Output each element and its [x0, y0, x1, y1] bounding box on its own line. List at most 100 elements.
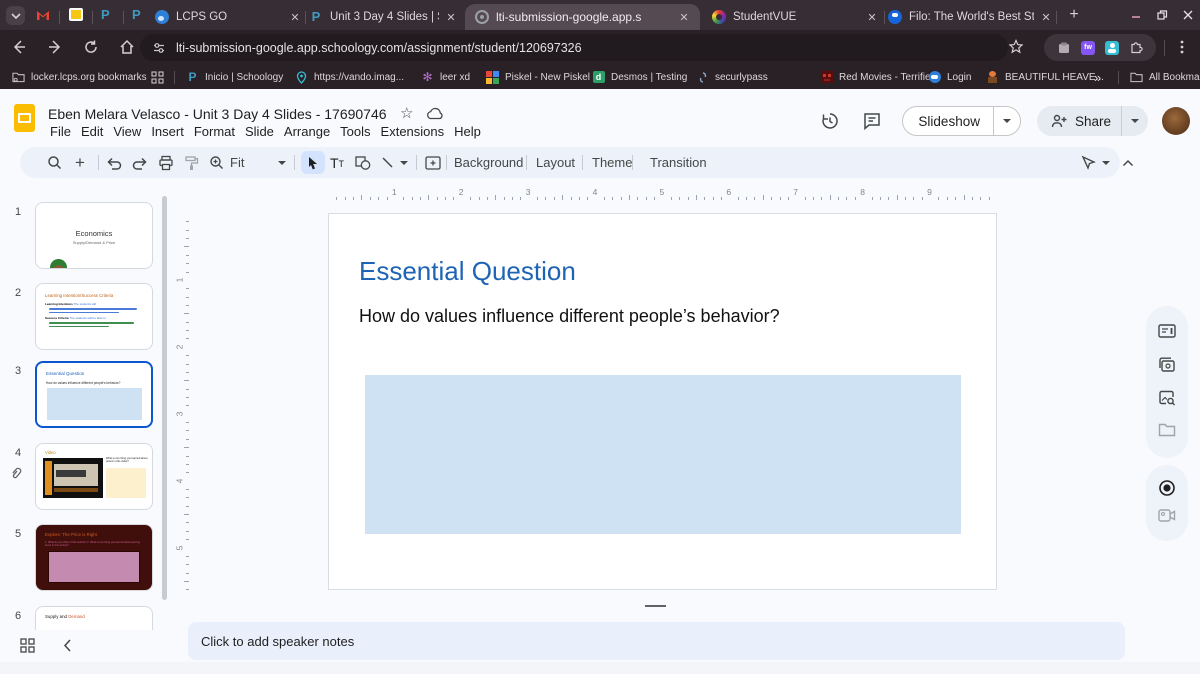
browser-menu-icon[interactable] — [1174, 38, 1192, 56]
redo-icon[interactable] — [130, 147, 150, 178]
tab-close-icon[interactable]: ✕ — [287, 11, 303, 24]
pinned-tab-yellow[interactable] — [69, 8, 83, 22]
zoom-icon[interactable] — [206, 147, 226, 178]
bookmark-piskel[interactable]: Piskel - New Piskel — [486, 65, 590, 89]
contact-card-icon[interactable] — [1158, 323, 1176, 342]
collapse-filmstrip-icon[interactable] — [62, 638, 72, 653]
window-restore-button[interactable] — [1156, 9, 1168, 21]
folder-panel-icon[interactable] — [1158, 423, 1176, 441]
pinned-tab-p2[interactable]: P — [132, 8, 146, 22]
tab-close-icon[interactable]: ✕ — [864, 11, 880, 24]
tab-close-icon[interactable]: ✕ — [443, 11, 459, 24]
select-tool-button[interactable] — [301, 151, 325, 174]
text-box-tool[interactable]: TT — [326, 147, 348, 178]
fit-dropdown-caret[interactable] — [276, 147, 288, 178]
bookmark-login[interactable]: Login — [928, 65, 971, 89]
slide-thumbnail-6[interactable]: Supply and Demand — [35, 606, 153, 630]
home-button[interactable] — [118, 38, 136, 56]
pen-tool-icon[interactable] — [1078, 147, 1098, 178]
add-slide-button[interactable]: + — [70, 147, 90, 178]
comments-icon[interactable] — [862, 111, 882, 131]
slide-thumbnail-5[interactable]: Explore: The Price is Right 1. What do y… — [35, 524, 153, 591]
share-button[interactable]: Share — [1036, 106, 1148, 136]
menu-help[interactable]: Help — [449, 122, 486, 141]
menu-extensions[interactable]: Extensions — [376, 122, 450, 141]
slide-thumbnail-1[interactable]: Economics Supply/Demand & Price — [35, 202, 153, 269]
pinned-tab-gmail[interactable] — [36, 8, 50, 22]
slideshow-dropdown[interactable] — [992, 107, 1020, 135]
extension-icon-2[interactable]: fw — [1081, 40, 1095, 55]
collapse-toolbar-icon[interactable] — [1120, 147, 1136, 178]
slide-body-text[interactable]: How do values influence different people… — [359, 306, 780, 327]
menu-arrange[interactable]: Arrange — [279, 122, 335, 141]
share-dropdown[interactable] — [1121, 106, 1148, 136]
paint-format-icon[interactable] — [181, 147, 201, 178]
theme-button[interactable]: Theme — [592, 147, 632, 178]
tab-close-icon[interactable]: ✕ — [1038, 11, 1054, 24]
bookmark-inicio[interactable]: P Inicio | Schoology — [186, 65, 283, 89]
bookmark-star-icon[interactable] — [1008, 39, 1026, 57]
tab-filo[interactable]: Filo: The World's Best Study ✕ — [888, 4, 1054, 30]
fit-zoom-select[interactable]: Fit — [230, 147, 244, 178]
bookmarks-overflow-chevron[interactable]: » — [1094, 65, 1101, 89]
search-menus-icon[interactable] — [44, 147, 64, 178]
bookmark-leerxd[interactable]: ✻ leer xd — [421, 65, 470, 89]
all-bookmarks[interactable]: All Bookmarks — [1130, 65, 1200, 89]
line-dropdown-caret[interactable] — [398, 147, 410, 178]
bookmark-locker[interactable]: locker.lcps.org bookmarks — [12, 65, 147, 89]
insert-image-tool[interactable] — [422, 147, 444, 178]
menu-tools[interactable]: Tools — [335, 122, 375, 141]
extensions-puzzle-icon[interactable] — [1129, 41, 1143, 55]
bookmark-securlypass[interactable]: securlypass — [696, 65, 768, 89]
star-document-icon[interactable]: ☆ — [400, 104, 413, 122]
photo-stack-icon[interactable] — [1158, 357, 1176, 375]
transition-button[interactable]: Transition — [650, 147, 707, 178]
url-bar[interactable]: lti-submission-google.app.schoology.com/… — [140, 34, 1008, 61]
record-icon[interactable] — [1158, 479, 1176, 497]
layout-button[interactable]: Layout — [536, 147, 575, 178]
slideshow-button[interactable]: Slideshow — [902, 106, 1021, 136]
extension-icon-3[interactable] — [1105, 40, 1119, 55]
slide-thumbnail-3-selected[interactable]: Essential Question How do values influen… — [35, 361, 153, 428]
menu-file[interactable]: File — [45, 122, 76, 141]
slide-thumbnail-4[interactable]: Video What is one thing you learned abou… — [35, 443, 153, 510]
bookmark-beautiful[interactable]: BEAUTIFUL HEAVE... — [986, 65, 1104, 89]
forward-button[interactable] — [46, 38, 64, 56]
menu-edit[interactable]: Edit — [76, 122, 108, 141]
pen-dropdown-caret[interactable] — [1100, 147, 1112, 178]
video-camera-icon[interactable] — [1158, 509, 1176, 527]
window-minimize-button[interactable] — [1130, 9, 1142, 21]
tab-unit3-slides[interactable]: P Unit 3 Day 4 Slides | School ✕ — [309, 4, 459, 30]
tab-lti-submission-active[interactable]: lti-submission-google.app.s ✕ — [465, 4, 700, 30]
avatar[interactable] — [1162, 107, 1190, 135]
slide-title-text[interactable]: Essential Question — [359, 256, 576, 287]
bookmark-vando[interactable]: https://vando.imag... — [295, 65, 404, 89]
window-close-button[interactable] — [1182, 9, 1194, 21]
print-icon[interactable] — [156, 147, 176, 178]
line-tool[interactable] — [378, 147, 396, 178]
tab-search-button[interactable] — [6, 6, 25, 25]
document-title[interactable]: Eben Melara Velasco - Unit 3 Day 4 Slide… — [48, 106, 387, 122]
menu-view[interactable]: View — [108, 122, 146, 141]
slide-blue-rectangle[interactable] — [365, 375, 961, 534]
bookmark-redmovies[interactable]: Red Movies - Terrifie... — [820, 65, 939, 89]
back-button[interactable] — [10, 38, 28, 56]
menu-format[interactable]: Format — [189, 122, 240, 141]
grid-view-icon[interactable] — [20, 638, 35, 653]
menu-insert[interactable]: Insert — [146, 122, 189, 141]
speaker-notes[interactable]: Click to add speaker notes — [188, 622, 1125, 660]
notes-resize-handle[interactable] — [645, 605, 666, 607]
bookmark-apps-grid-icon[interactable] — [151, 65, 164, 89]
cloud-status-icon[interactable] — [426, 107, 444, 120]
shape-tool[interactable] — [352, 147, 374, 178]
new-tab-button[interactable]: + — [1064, 5, 1084, 25]
bookmark-desmos[interactable]: d Desmos | Testing — [592, 65, 687, 89]
filmstrip-scrollbar[interactable] — [162, 196, 167, 600]
background-button[interactable]: Background — [454, 147, 523, 178]
extension-icon-1[interactable] — [1057, 41, 1071, 55]
tab-lcps-go[interactable]: LCPS GO ✕ — [155, 4, 303, 30]
undo-icon[interactable] — [104, 147, 124, 178]
slide-thumbnail-2[interactable]: Learning Intention/Success Criteria Lear… — [35, 283, 153, 350]
google-slides-logo[interactable] — [14, 104, 35, 132]
tab-close-icon[interactable]: ✕ — [676, 11, 692, 24]
